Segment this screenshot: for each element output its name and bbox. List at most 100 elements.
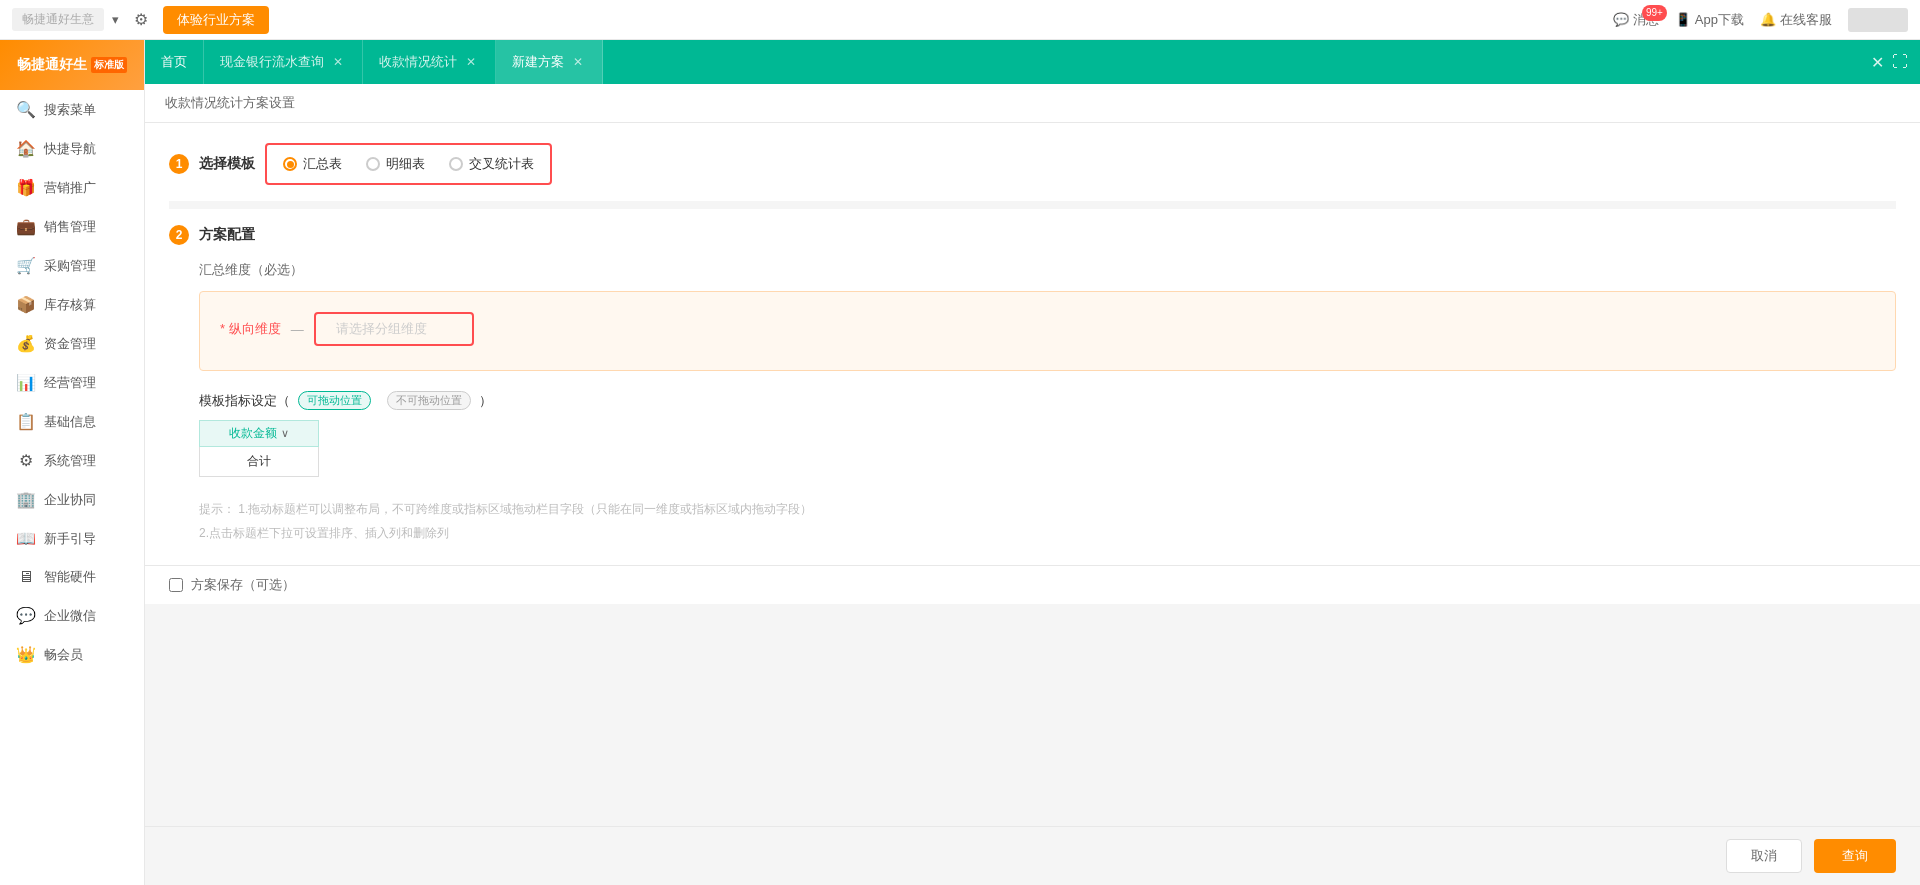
support-label: 在线客服 [1780,11,1832,29]
tab-bar-actions: ✕ ⛶ [1871,40,1920,84]
settings-icon[interactable]: ⚙ [127,6,155,34]
sales-icon: 💼 [16,217,36,236]
dimension-placeholder[interactable]: 请选择分组维度 [314,312,474,346]
indicator-col-body-wrapper: 合计 [199,447,319,477]
tab-collection-stats-label: 收款情况统计 [379,53,457,71]
support-icon: 🔔 [1760,12,1776,27]
gift-icon: 🎁 [16,178,36,197]
sidebar-item-operations[interactable]: 📊 经营管理 [0,363,144,402]
radio-summary-circle [283,157,297,171]
sidebar-item-sales[interactable]: 💼 销售管理 [0,207,144,246]
indicator-col-header-label: 收款金额 [229,426,277,440]
sidebar-item-search-menu[interactable]: 🔍 搜索菜单 [0,90,144,129]
tab-new-plan[interactable]: 新建方案 ✕ [496,40,603,84]
radio-detail-label: 明细表 [386,155,425,173]
subsection-title: 汇总维度（必选） [199,261,1896,279]
notification-button[interactable]: 💬 消息 99+ [1613,11,1659,29]
tab-bank-flow-label: 现金银行流水查询 [220,53,324,71]
save-label: 方案保存（可选） [191,576,295,594]
step2-body: 汇总维度（必选） * 纵向维度 — 请选择分组维度 [199,261,1896,545]
sidebar-item-enterprise[interactable]: 🏢 企业协同 [0,480,144,519]
sidebar-item-label: 营销推广 [44,179,96,197]
tab-home[interactable]: 首页 [145,40,204,84]
radio-summary[interactable]: 汇总表 [283,155,342,173]
bottom-bar: 取消 查询 [145,826,1920,885]
download-button[interactable]: 📱 App下载 [1675,11,1744,29]
sidebar-item-label: 企业微信 [44,607,96,625]
tab-close-all-icon[interactable]: ✕ [1871,53,1884,72]
sidebar-logo: 畅捷通好生 标准版 [0,40,144,90]
dimension-area: * 纵向维度 — 请选择分组维度 [199,291,1896,371]
sidebar-item-smart-hardware[interactable]: 🖥 智能硬件 [0,558,144,596]
dropdown-arrow-icon[interactable]: ▾ [112,12,119,27]
enterprise-icon: 🏢 [16,490,36,509]
tab-bank-flow-close[interactable]: ✕ [330,54,346,70]
notification-badge: 99+ [1642,5,1667,21]
save-footer: 方案保存（可选） [145,565,1920,604]
step1-header: 1 选择模板 汇总表 明细表 交叉统计表 [169,143,1896,185]
step2-title: 方案配置 [199,226,255,244]
sidebar-item-member[interactable]: 👑 畅会员 [0,635,144,674]
sidebar-item-base-info[interactable]: 📋 基础信息 [0,402,144,441]
sidebar-item-purchase[interactable]: 🛒 采购管理 [0,246,144,285]
system-icon: ⚙ [16,451,36,470]
step1-number: 1 [169,154,189,174]
sidebar-item-wechat[interactable]: 💬 企业微信 [0,596,144,635]
sidebar-item-label: 基础信息 [44,413,96,431]
user-avatar[interactable] [1848,8,1908,32]
sidebar-item-label: 系统管理 [44,452,96,470]
wechat-icon: 💬 [16,606,36,625]
indicators-label-row: 模板指标设定（ 可拖动位置 不可拖动位置 ） [199,391,1896,410]
member-icon: 👑 [16,645,36,664]
sidebar-item-guide[interactable]: 📖 新手引导 [0,519,144,558]
main-area: 首页 现金银行流水查询 ✕ 收款情况统计 ✕ 新建方案 ✕ ✕ ⛶ 收 [145,40,1920,885]
trial-button[interactable]: 体验行业方案 [163,6,269,34]
header-right: 💬 消息 99+ 📱 App下载 🔔 在线客服 [1613,8,1908,32]
save-checkbox[interactable] [169,578,183,592]
indicators-title-text: 模板指标设定（ [199,392,290,410]
tab-collection-stats-close[interactable]: ✕ [463,54,479,70]
radio-cross-circle [449,157,463,171]
tab-collection-stats[interactable]: 收款情况统计 ✕ [363,40,496,84]
sidebar-item-label: 快捷导航 [44,140,96,158]
query-button[interactable]: 查询 [1814,839,1896,873]
indicator-col-dropdown-icon[interactable]: ∨ [281,427,289,439]
sidebar-item-label: 销售管理 [44,218,96,236]
sidebar-item-label: 畅会员 [44,646,83,664]
app-container: 畅捷通好生 标准版 🔍 搜索菜单 🏠 快捷导航 🎁 营销推广 💼 销售管理 🛒 … [0,40,1920,885]
page-title: 收款情况统计方案设置 [165,95,295,110]
radio-detail[interactable]: 明细表 [366,155,425,173]
sidebar-item-label: 搜索菜单 [44,101,96,119]
tab-bar: 首页 现金银行流水查询 ✕ 收款情况统计 ✕ 新建方案 ✕ ✕ ⛶ [145,40,1920,84]
support-button[interactable]: 🔔 在线客服 [1760,11,1832,29]
app-header: 畅捷通好生意 ▾ ⚙ 体验行业方案 💬 消息 99+ 📱 App下载 🔔 在线客… [0,0,1920,40]
tab-expand-icon[interactable]: ⛶ [1892,53,1908,71]
search-icon: 🔍 [16,100,36,119]
download-icon: 📱 [1675,12,1691,27]
indicator-col-header[interactable]: 收款金额 ∨ [199,420,319,447]
hint-line-1: 提示： 1.拖动标题栏可以调整布局，不可跨维度或指标区域拖动栏目字段（只能在同一… [199,497,1896,521]
tab-bank-flow[interactable]: 现金银行流水查询 ✕ [204,40,363,84]
page-content: 收款情况统计方案设置 1 选择模板 汇总表 明细表 [145,84,1920,826]
hint-2-text: 2.点击标题栏下拉可设置排序、插入列和删除列 [199,521,449,545]
sidebar-item-marketing[interactable]: 🎁 营销推广 [0,168,144,207]
sidebar-item-label: 经营管理 [44,374,96,392]
template-options: 汇总表 明细表 交叉统计表 [265,143,552,185]
notification-icon: 💬 [1613,12,1629,27]
step1-title: 选择模板 [199,155,255,173]
sidebar-item-label: 企业协同 [44,491,96,509]
hint-1-text: 提示： 1.拖动标题栏可以调整布局，不可跨维度或指标区域拖动栏目字段（只能在同一… [199,497,812,521]
sidebar-item-label: 采购管理 [44,257,96,275]
sidebar: 畅捷通好生 标准版 🔍 搜索菜单 🏠 快捷导航 🎁 营销推广 💼 销售管理 🛒 … [0,40,145,885]
hints-section: 提示： 1.拖动标题栏可以调整布局，不可跨维度或指标区域拖动栏目字段（只能在同一… [199,497,1896,545]
sidebar-item-quick-nav[interactable]: 🏠 快捷导航 [0,129,144,168]
sidebar-item-inventory[interactable]: 📦 库存核算 [0,285,144,324]
logo-text: 畅捷通好生 [17,56,87,74]
sidebar-item-finance[interactable]: 💰 资金管理 [0,324,144,363]
tab-new-plan-close[interactable]: ✕ [570,54,586,70]
radio-cross[interactable]: 交叉统计表 [449,155,534,173]
cancel-button[interactable]: 取消 [1726,839,1802,873]
sidebar-item-system[interactable]: ⚙ 系统管理 [0,441,144,480]
dimension-label: * 纵向维度 [220,320,281,338]
radio-detail-circle [366,157,380,171]
